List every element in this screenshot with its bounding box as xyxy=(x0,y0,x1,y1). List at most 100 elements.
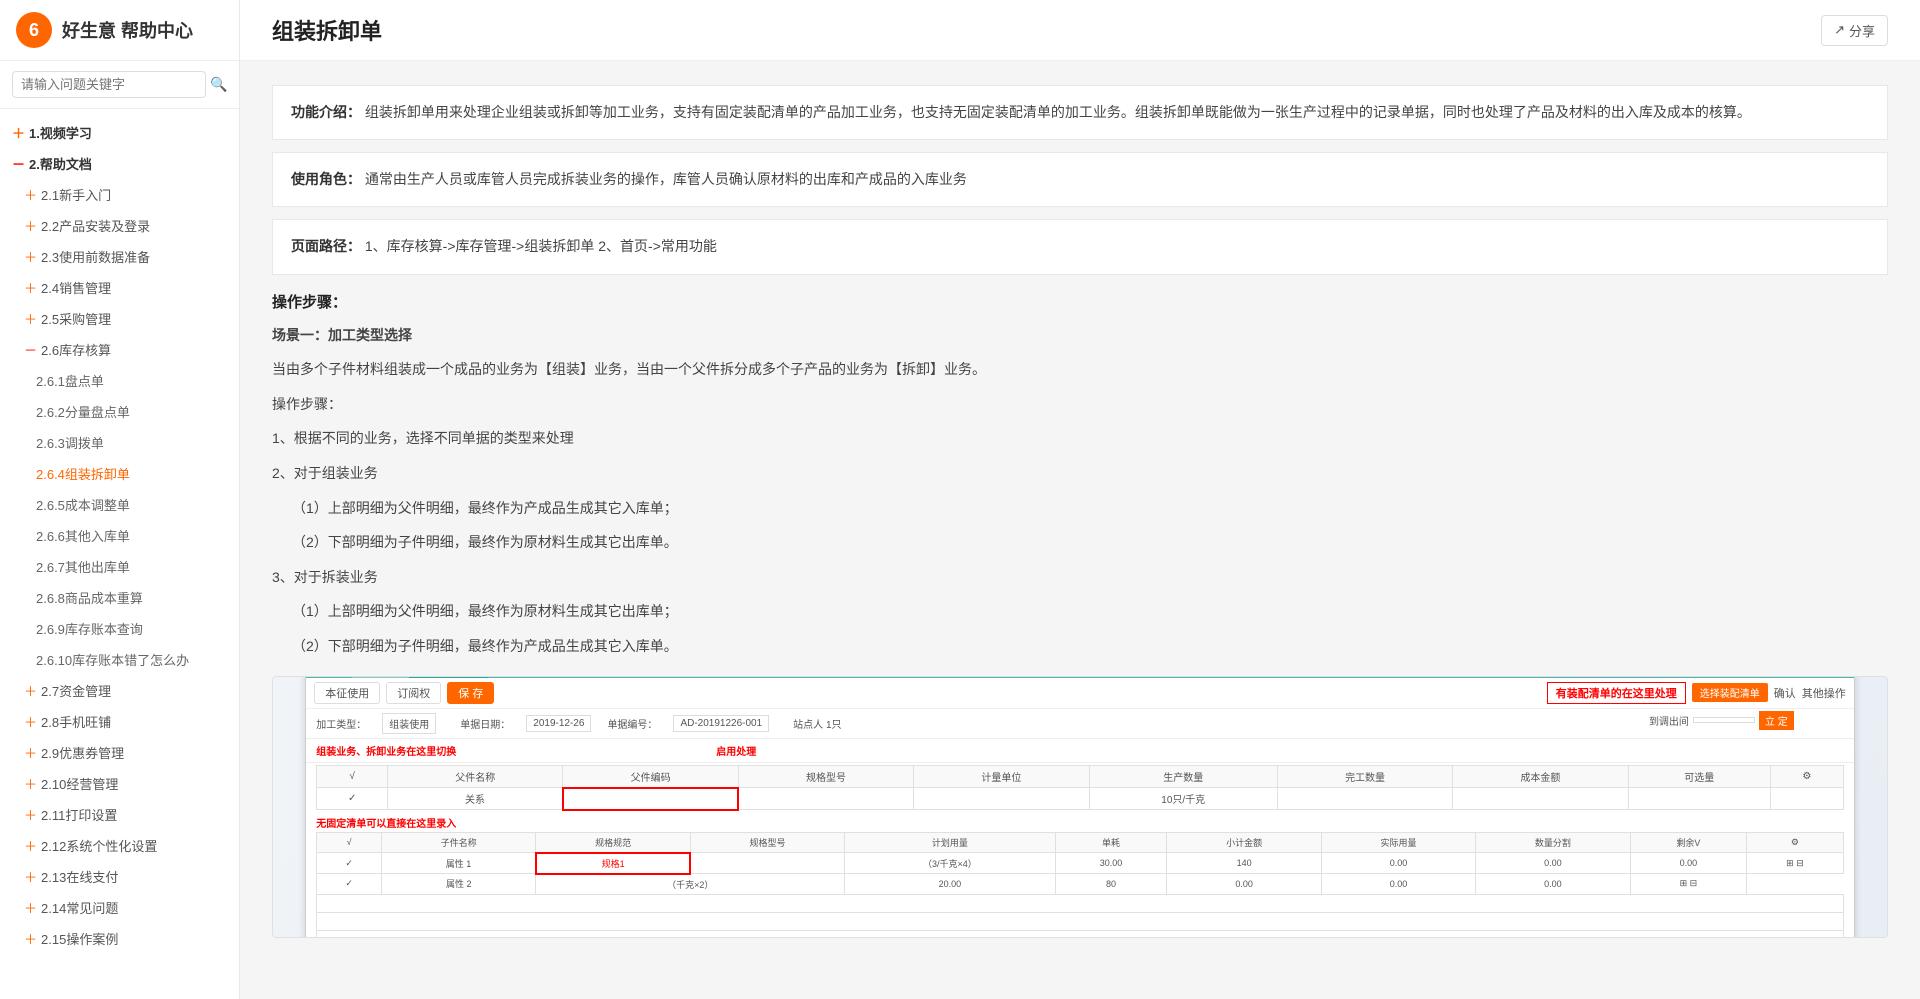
sidebar-item-label: 2.3使用前数据准备 xyxy=(41,247,150,266)
mock-num-label: 站点人 1只 xyxy=(793,716,841,731)
mock-toolbar: 本征使用 订阅权 保 存 有装配清单的在这里处理 选择装配清单 确认 其他操作 xyxy=(306,678,1853,709)
sidebar-item-docs-2-6-9[interactable]: 2.6.9库存账本查询 xyxy=(0,613,239,644)
role-block: 使用角色： 通常由生产人员或库管人员完成拆装业务的操作，库管人员确认原材料的出库… xyxy=(272,152,1888,207)
mock-annotation3: 启用处理 xyxy=(716,743,756,758)
search-button[interactable]: 🔍 xyxy=(210,76,227,93)
mock-upper-table: √ 父件名称 父件编码 规格型号 计量单位 生产数量 完工数量 成本金额 可选量 xyxy=(316,765,1843,811)
mock-th-9: 可选量 xyxy=(1628,765,1770,788)
sidebar-item-docs-2-6-6[interactable]: 2.6.6其他入库单 xyxy=(0,520,239,551)
mock-th-1: √ xyxy=(317,765,388,788)
sidebar-item-docs-2-6[interactable]: －2.6库存核算 xyxy=(0,334,239,365)
plus-icon: ＋ xyxy=(24,805,37,824)
mock-annotation-row: 组装业务、拆卸业务在这里切换 启用处理 xyxy=(306,739,1853,763)
table-row: ✓ 关系 10只/千克 xyxy=(317,788,1843,810)
sidebar-item-docs-2-6-7[interactable]: 2.6.7其他出库单 xyxy=(0,551,239,582)
sidebar-item-docs-2-6-5[interactable]: 2.6.5成本调整单 xyxy=(0,489,239,520)
sidebar-item-label: 2.6.4组装拆卸单 xyxy=(36,464,130,483)
sidebar-item-docs-2-6-10[interactable]: 2.6.10库存账本错了怎么办 xyxy=(0,644,239,675)
sidebar-item-docs-2-13[interactable]: ＋2.13在线支付 xyxy=(0,861,239,892)
sidebar-item-label: 2.13在线支付 xyxy=(41,867,118,886)
plus-icon: ＋ xyxy=(24,216,37,235)
sidebar-item-docs-2-1[interactable]: ＋2.1新手入门 xyxy=(0,179,239,210)
plus-icon: ＋ xyxy=(24,185,37,204)
sidebar-item-docs-2-6-4[interactable]: 2.6.4组装拆卸单 xyxy=(0,458,239,489)
path-block: 页面路径： 1、库存核算->库存管理->组装拆卸单 2、首页->常用功能 xyxy=(272,219,1888,274)
search-input[interactable] xyxy=(12,71,206,98)
mock-lower-table-area: √ 子件名称 规格规范 规格型号 计划用量 单耗 小计金额 实际用量 数量分割 xyxy=(306,830,1853,937)
mock-warehouse-input[interactable] xyxy=(1693,717,1755,723)
mock-sub-td-s1: 规格1 xyxy=(536,853,690,874)
mock-sub-th-4: 规格型号 xyxy=(690,832,844,853)
mock-btn-use[interactable]: 本征使用 xyxy=(314,682,380,704)
plus-icon: ＋ xyxy=(24,774,37,793)
mock-form-header: 加工类型： 组装使用 单据日期： 2019-12-26 单据编号： AD-201… xyxy=(306,709,1853,739)
share-button[interactable]: ↗ 分享 xyxy=(1821,15,1888,46)
sidebar-item-docs-2-11[interactable]: ＋2.11打印设置 xyxy=(0,799,239,830)
sidebar-item-docs-2-10[interactable]: ＋2.10经营管理 xyxy=(0,768,239,799)
sidebar-item-video[interactable]: ＋1.视频学习 xyxy=(0,117,239,148)
sidebar-item-docs-2-6-8[interactable]: 2.6.8商品成本重算 xyxy=(0,582,239,613)
sidebar-item-docs-2-5[interactable]: ＋2.5采购管理 xyxy=(0,303,239,334)
sidebar-item-docs-2-8[interactable]: ＋2.8手机旺铺 xyxy=(0,706,239,737)
intro-text: 组装拆卸单用来处理企业组装或拆卸等加工业务，支持有固定装配清单的产品加工业务，也… xyxy=(365,104,1751,120)
sidebar-item-docs-2-6-2[interactable]: 2.6.2分量盘点单 xyxy=(0,396,239,427)
sidebar-item-docs-2-6-3[interactable]: 2.6.3调拨单 xyxy=(0,427,239,458)
sidebar-item-label: 2.6.9库存账本查询 xyxy=(36,619,143,638)
sidebar-item-docs-2-2[interactable]: ＋2.2产品安装及登录 xyxy=(0,210,239,241)
logo-icon: 6 xyxy=(16,12,52,48)
mock-sub-th-3: 规格规范 xyxy=(536,832,690,853)
mock-launch-btn[interactable]: 立 定 xyxy=(1759,711,1794,730)
mock-sub-td-s8: 0.00 xyxy=(1630,853,1747,874)
mock-sub-th-11: ⚙ xyxy=(1747,832,1844,853)
sidebar-item-label: 2.8手机旺铺 xyxy=(41,712,111,731)
page-title: 组装拆卸单 xyxy=(272,14,382,46)
sidebar-item-docs-2-6-1[interactable]: 2.6.1盘点单 xyxy=(0,365,239,396)
mock-btn-subscribe[interactable]: 订阅权 xyxy=(386,682,441,704)
sidebar-item-docs-2-3[interactable]: ＋2.3使用前数据准备 xyxy=(0,241,239,272)
mock-sub-th-6: 单耗 xyxy=(1055,832,1167,853)
role-text: 通常由生产人员或库管人员完成拆装业务的操作，库管人员确认原材料的出库和产成品的入… xyxy=(365,171,967,187)
main-header: 组装拆卸单 ↗ 分享 xyxy=(240,0,1920,61)
mock-td-spec xyxy=(738,788,913,810)
sidebar-item-docs-2-9[interactable]: ＋2.9优惠券管理 xyxy=(0,737,239,768)
mock-sub-th-10: 剩余V xyxy=(1630,832,1747,853)
mock-tab-main[interactable]: 组装拆卸单 xyxy=(409,677,488,678)
plus-icon: ＋ xyxy=(24,247,37,266)
plus-icon: ＋ xyxy=(12,123,25,142)
sidebar-item-docs[interactable]: －2.帮助文档 xyxy=(0,148,239,179)
step3-sub1: （1）上部明细为父件明细，最终作为原材料生成其它出库单； xyxy=(272,598,1888,625)
mock-sub-td-name1: 属性 1 xyxy=(382,853,536,874)
mock-td-prod: 10只/千克 xyxy=(1089,788,1277,810)
mock-sub-td-s7: 0.00 xyxy=(1476,853,1630,874)
sidebar-item-docs-2-14[interactable]: ＋2.14常见问题 xyxy=(0,892,239,923)
plus-icon: ＋ xyxy=(24,681,37,700)
sidebar-item-label: 2.6库存核算 xyxy=(41,340,111,359)
mock-td-avail xyxy=(1628,788,1770,810)
mock-th-6: 生产数量 xyxy=(1089,765,1277,788)
mock-btn-confirm: 确认 xyxy=(1774,685,1796,701)
plus-icon: ＋ xyxy=(24,743,37,762)
mock-sub-td-s13: 0.00 xyxy=(1167,874,1321,895)
step1: 1、根据不同的业务，选择不同单据的类型来处理 xyxy=(272,425,1888,452)
sidebar-item-docs-2-4[interactable]: ＋2.4销售管理 xyxy=(0,272,239,303)
sidebar-item-label: 2.4销售管理 xyxy=(41,278,111,297)
step2-sub2: （2）下部明细为子件明细，最终作为原材料生成其它出库单。 xyxy=(272,529,1888,556)
mock-annotation-btn[interactable]: 选择装配清单 xyxy=(1692,683,1768,702)
steps-title: 操作步骤： xyxy=(272,291,1888,312)
mock-tab-home[interactable]: 自然 xyxy=(306,677,352,678)
mock-btn-save[interactable]: 保 存 xyxy=(447,682,494,704)
scene1-desc: 当由多个子件材料组装成一个成品的业务为【组装】业务，当由一个父件拆分成多个子产品… xyxy=(272,356,1888,383)
mock-sub-th-2: 子件名称 xyxy=(382,832,536,853)
mock-sub-th-1: √ xyxy=(317,832,382,853)
sidebar-item-label: 2.5采购管理 xyxy=(41,309,111,328)
plus-icon: ＋ xyxy=(24,278,37,297)
step3: 3、对于拆装业务 xyxy=(272,564,1888,591)
mock-sub-td-name2: 属性 2 xyxy=(382,874,536,895)
sidebar-item-docs-2-15[interactable]: ＋2.15操作案例 xyxy=(0,923,239,954)
sidebar-item-docs-2-7[interactable]: ＋2.7资金管理 xyxy=(0,675,239,706)
sidebar-item-docs-2-12[interactable]: ＋2.12系统个性化设置 xyxy=(0,830,239,861)
sidebar-header: 6 好生意 帮助中心 xyxy=(0,0,239,61)
mock-upper-table-area: √ 父件名称 父件编码 规格型号 计量单位 生产数量 完工数量 成本金额 可选量 xyxy=(306,763,1853,813)
mock-th-10: ⚙ xyxy=(1770,765,1843,788)
mock-tab-new[interactable]: 新增单 xyxy=(352,677,409,678)
